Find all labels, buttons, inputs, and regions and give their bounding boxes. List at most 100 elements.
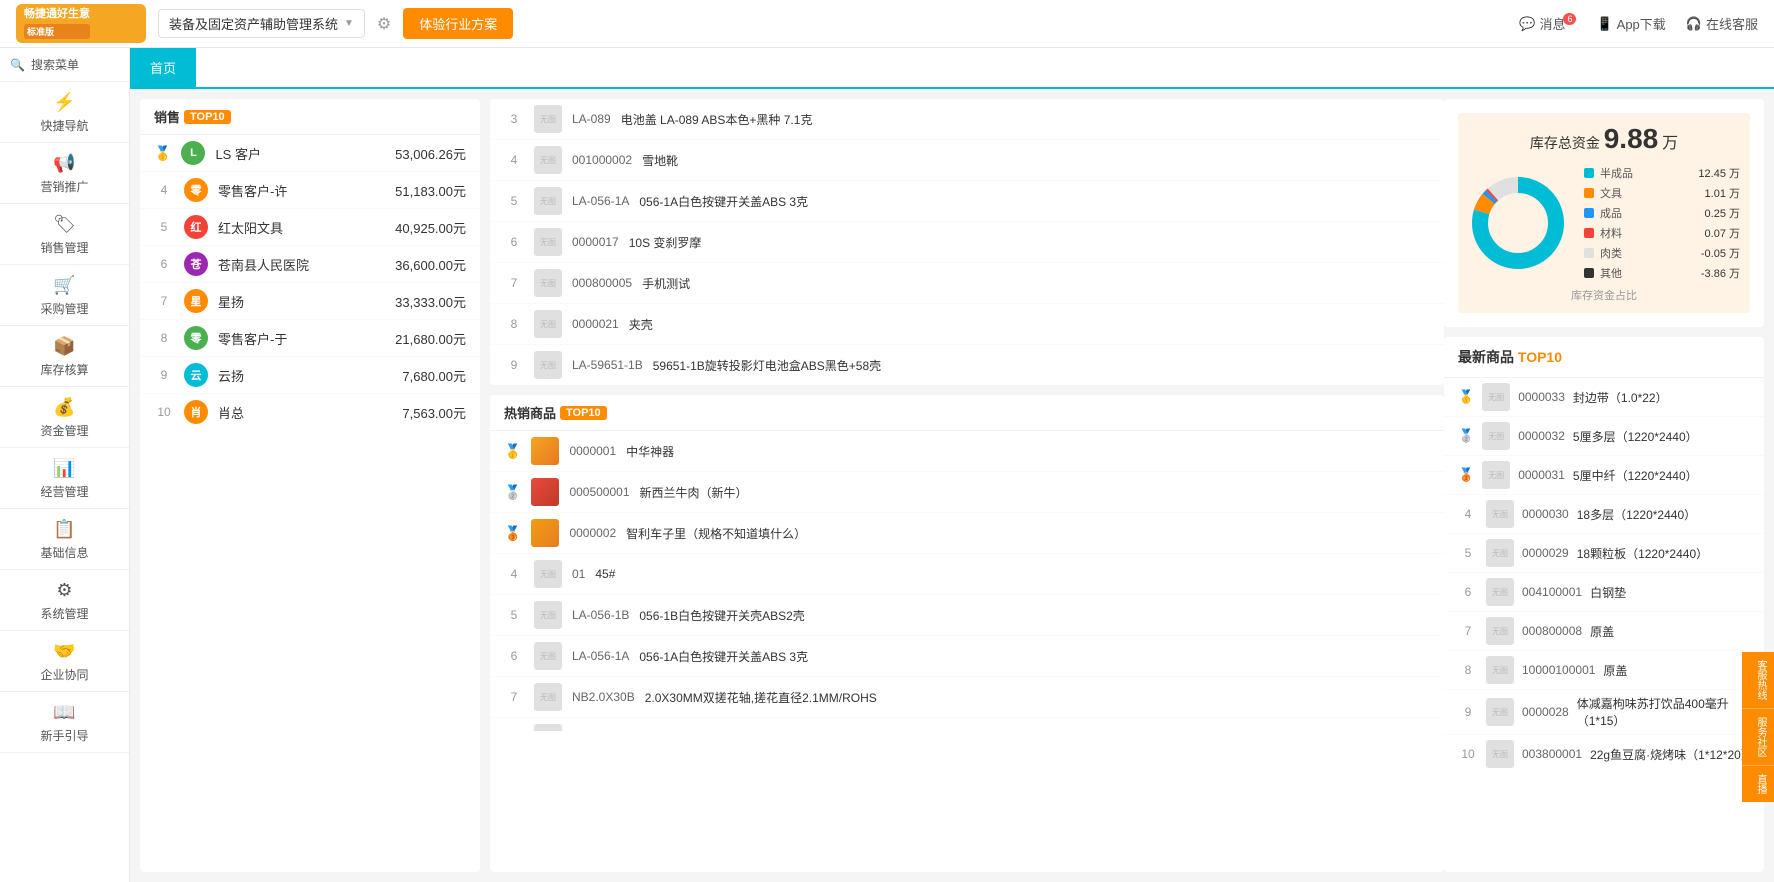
online-service-btn[interactable]: 🎧 在线客服 <box>1686 14 1758 33</box>
product-name: 10S 变刹罗摩 <box>629 234 1430 251</box>
customer-service-btn[interactable]: 客服热线 <box>1742 652 1774 709</box>
sidebar-item-basic[interactable]: 📋 基础信息 <box>0 509 129 570</box>
product-name: 电池盖 LA-089 ABS本色+黑种 7.1克 <box>621 111 1430 128</box>
product-name: 59651-1B旋转投影灯电池盒ABS黑色+58壳 <box>653 357 1430 374</box>
list-item: 🥇 L LS 客户 53,006.26元 <box>140 135 480 172</box>
product-img <box>531 519 559 547</box>
purchase-icon: 🛒 <box>53 275 75 296</box>
product-code: 003800001 <box>1522 747 1582 761</box>
product-code: NB2.0X30B <box>572 690 635 704</box>
sidebar-item-marketing[interactable]: 📢 营销推广 <box>0 143 129 204</box>
product-name: 056-1A白色按键开关盖ABS 3克 <box>639 193 1430 210</box>
sidebar-item-coop[interactable]: 🤝 企业协同 <box>0 631 129 692</box>
product-img: 无图 <box>534 269 562 297</box>
avatar: 星 <box>184 289 208 313</box>
np-title-text: 最新商品 <box>1458 349 1514 365</box>
product-img: 无图 <box>534 642 562 670</box>
product-name: 5厘中纤（1220*2440） <box>1573 467 1750 484</box>
sidebar-item-label: 新手引导 <box>40 727 88 744</box>
rank-num: 9 <box>1458 705 1478 719</box>
message-badge: 6 <box>1563 13 1576 25</box>
customer-amount: 53,006.26元 <box>395 144 466 163</box>
search-icon: 🔍 <box>10 58 25 72</box>
legend-item: 材料 0.07 万 <box>1584 225 1740 241</box>
sidebar-item-inventory[interactable]: 📦 库存核算 <box>0 326 129 387</box>
search-label: 搜索菜单 <box>31 56 79 73</box>
medal-icon: 🥇 <box>1458 389 1474 405</box>
product-code: 0000030 <box>1522 507 1569 521</box>
coop-icon: 🤝 <box>53 641 75 662</box>
list-item: 3 无图 LA-089 电池盖 LA-089 ABS本色+黑种 7.1克 <box>490 99 1444 140</box>
sidebar-item-system[interactable]: ⚙ 系统管理 <box>0 570 129 631</box>
product-name: 18多层（1220*2440） <box>1577 506 1750 523</box>
customer-name: 零售客户-于 <box>218 329 385 348</box>
inventory-title: 库存总资金 <box>1530 135 1600 151</box>
medal-icon: 🥉 <box>1458 467 1474 483</box>
product-img: 无图 <box>1486 539 1514 567</box>
product-img: 无图 <box>534 601 562 629</box>
inventory-icon: 📦 <box>53 336 75 357</box>
sidebar-item-label: 企业协同 <box>40 666 88 683</box>
sidebar-item-label: 经营管理 <box>40 483 88 500</box>
sidebar-item-label: 快捷导航 <box>40 117 88 134</box>
direct-btn[interactable]: 直播 <box>1742 766 1774 802</box>
inventory-unit: 万 <box>1662 135 1678 152</box>
legend-value: 1.01 万 <box>1705 185 1740 201</box>
experience-btn[interactable]: 体验行业方案 <box>403 8 513 39</box>
list-item: 🥇 0000001 中华神器 <box>490 431 1444 472</box>
product-img: 无图 <box>1482 461 1510 489</box>
list-item: 4 无图 0000030 18多层（1220*2440） <box>1444 495 1764 534</box>
system-icon: ⚙ <box>56 580 72 601</box>
customer-top10-header: 销售 TOP10 <box>140 99 480 135</box>
product-code: 0000033 <box>1518 390 1565 404</box>
rank-num: 5 <box>1458 546 1478 560</box>
legend-color <box>1584 168 1594 178</box>
headset-icon: 🎧 <box>1686 16 1702 32</box>
product-name: 45# <box>595 567 1430 581</box>
legend-color <box>1584 208 1594 218</box>
right-section: 库存总资金 9.88 万 <box>1444 99 1764 872</box>
rank-num: 4 <box>1458 507 1478 521</box>
avatar: 肖 <box>184 400 208 424</box>
customer-top10-badge: TOP10 <box>184 110 231 124</box>
product-code: 000500001 <box>569 485 629 499</box>
message-btn[interactable]: 💬 消息 6 <box>1519 14 1576 33</box>
customer-name: 肖总 <box>218 403 392 422</box>
sidebar-item-operations[interactable]: 📊 经营管理 <box>0 448 129 509</box>
tab-home[interactable]: 首页 <box>130 48 196 87</box>
settings-icon[interactable]: ⚙ <box>377 14 391 34</box>
sidebar-item-label: 采购管理 <box>40 300 88 317</box>
list-item: 5 无图 LA-056-1A 056-1A白色按键开关盖ABS 3克 <box>490 181 1444 222</box>
sidebar-item-guide[interactable]: 📖 新手引导 <box>0 692 129 753</box>
product-code: 0000021 <box>572 317 619 331</box>
product-code: LA-59651-1B <box>572 358 643 372</box>
logo: 畅捷通好生意 标准版 <box>16 4 146 42</box>
list-item: 8 零 零售客户-于 21,680.00元 <box>140 320 480 357</box>
sidebar-item-purchase[interactable]: 🛒 采购管理 <box>0 265 129 326</box>
sidebar-item-finance[interactable]: 💰 资金管理 <box>0 387 129 448</box>
customer-name: 星扬 <box>218 292 385 311</box>
search-menu[interactable]: 🔍 搜索菜单 <box>0 48 129 82</box>
logo-badge: 标准版 <box>24 24 90 39</box>
app-download-btn[interactable]: 📱 App下载 <box>1596 14 1665 33</box>
medal-icon: 🥇 <box>504 443 521 460</box>
list-item: 9 无图 LA-59651-1B 59651-1B旋转投影灯电池盒ABS黑色+5… <box>490 345 1444 385</box>
new-products-list: 🥇 无图 0000033 封边带（1.0*22） 🥈 无图 0000032 5厘… <box>1444 378 1764 773</box>
donut-chart <box>1468 173 1568 273</box>
sidebar-item-label: 营销推广 <box>40 178 88 195</box>
sidebar-item-label: 库存核算 <box>40 361 88 378</box>
list-item: 8 无图 0000011 12070519-xs <box>490 718 1444 731</box>
hot-products-card: 热销商品 TOP10 🥇 0000001 中华神器 <box>490 395 1444 872</box>
service-community-btn[interactable]: 服务社区 <box>1742 709 1774 766</box>
rank-num: 6 <box>154 257 174 271</box>
list-item: 🥈 000500001 新西兰牛肉（新牛） <box>490 472 1444 513</box>
system-selector[interactable]: 装备及固定资产辅助管理系统 ▼ <box>158 9 365 38</box>
legend-value: -3.86 万 <box>1701 265 1740 281</box>
legend-item: 文具 1.01 万 <box>1584 185 1740 201</box>
sidebar-item-quick-nav[interactable]: ⚡ 快捷导航 <box>0 82 129 143</box>
list-item: 6 无图 LA-056-1A 056-1A白色按键开关盖ABS 3克 <box>490 636 1444 677</box>
legend-label: 半成品 <box>1600 165 1692 181</box>
sidebar-item-sales[interactable]: 🏷 销售管理 <box>0 204 129 265</box>
product-name: 雪地靴 <box>642 152 1430 169</box>
customer-amount: 36,600.00元 <box>395 255 466 274</box>
